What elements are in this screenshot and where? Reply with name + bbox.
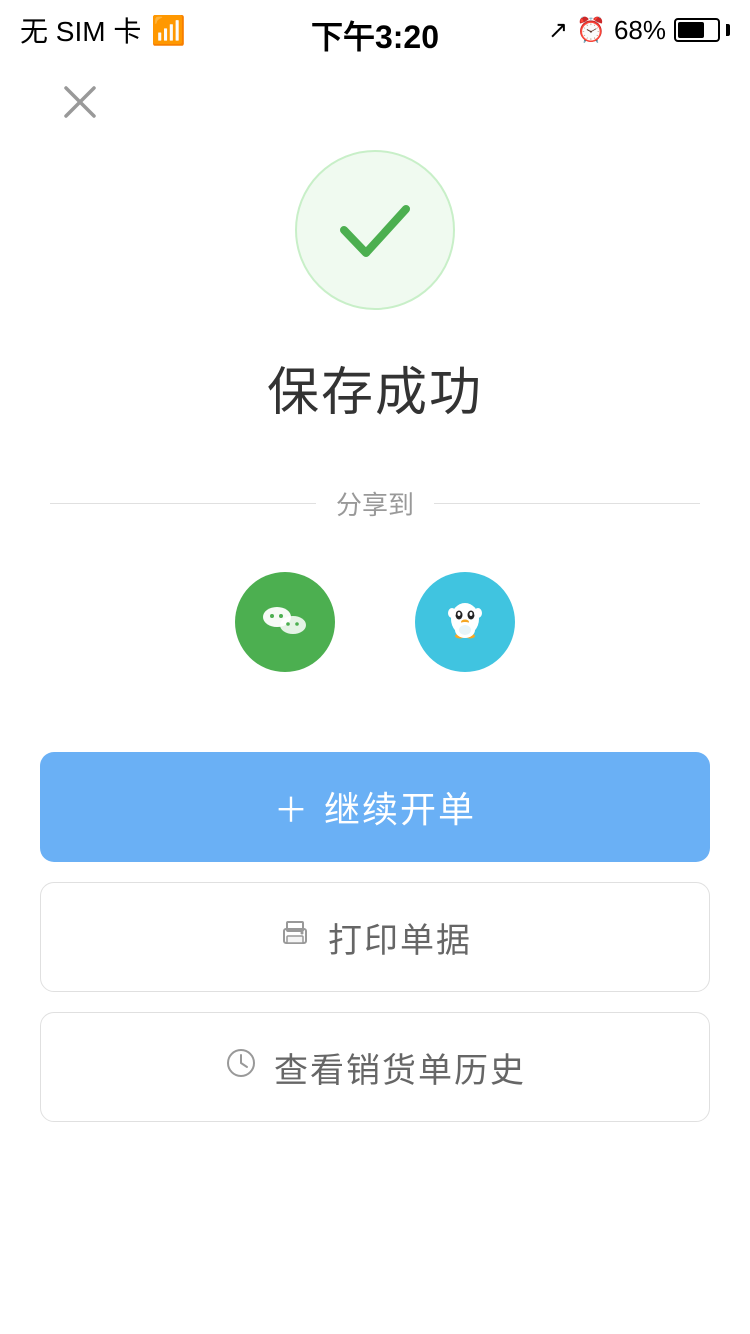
sim-status: 无 SIM 卡 <box>20 10 141 50</box>
divider-section: 分享到 <box>0 485 750 522</box>
continue-button[interactable]: ＋ 继续开单 <box>40 752 710 862</box>
share-row <box>235 572 515 672</box>
status-right: ↗ ⏰ 68% <box>548 15 730 46</box>
divider-right <box>434 503 700 504</box>
battery-percent: 68% <box>614 15 666 46</box>
close-icon <box>62 84 98 120</box>
plus-icon: ＋ <box>274 783 308 832</box>
history-label: 查看销货单历史 <box>274 1043 526 1092</box>
main-content: 保存成功 分享到 <box>0 60 750 1122</box>
qq-icon <box>436 593 494 651</box>
printer-icon <box>278 916 312 958</box>
battery-indicator <box>674 18 730 42</box>
success-title: 保存成功 <box>267 350 483 425</box>
success-circle <box>295 150 455 310</box>
wechat-icon <box>254 591 316 653</box>
wechat-share-button[interactable] <box>235 572 335 672</box>
action-buttons: ＋ 继续开单 打印单据 查看销货单历史 <box>0 752 750 1122</box>
status-time: 下午3:20 <box>311 12 439 58</box>
clock-icon <box>224 1046 258 1089</box>
print-label: 打印单据 <box>328 913 472 962</box>
continue-label: 继续开单 <box>324 781 476 833</box>
checkmark-icon <box>330 185 420 275</box>
share-label: 分享到 <box>316 485 434 522</box>
qq-share-button[interactable] <box>415 572 515 672</box>
wifi-icon: 📶 <box>151 14 186 47</box>
divider-left <box>50 503 316 504</box>
status-left: 无 SIM 卡 📶 <box>20 10 186 50</box>
history-button[interactable]: 查看销货单历史 <box>40 1012 710 1122</box>
alarm-icon: ⏰ <box>576 16 606 45</box>
close-button[interactable] <box>50 72 110 132</box>
status-bar: 无 SIM 卡 📶 下午3:20 ↗ ⏰ 68% <box>0 0 750 60</box>
location-icon: ↗ <box>548 16 568 45</box>
print-button[interactable]: 打印单据 <box>40 882 710 992</box>
